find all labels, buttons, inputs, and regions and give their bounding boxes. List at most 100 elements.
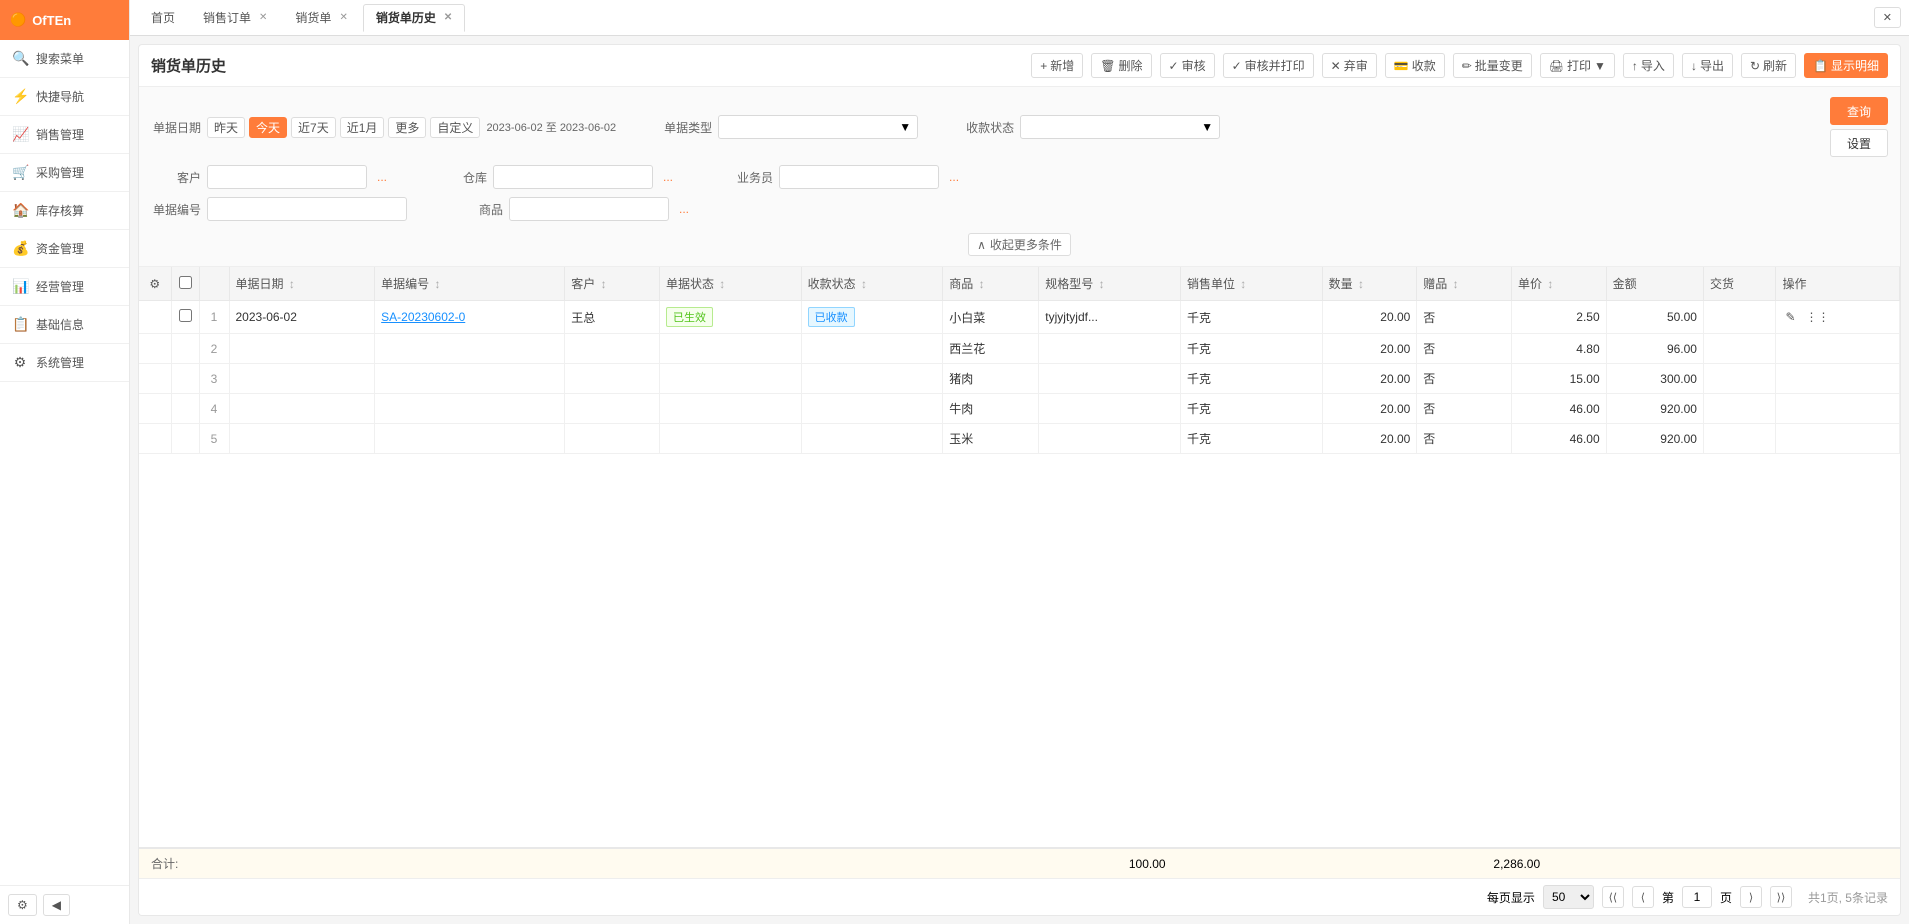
row-spec (1039, 424, 1181, 454)
search-icon: 🔍 (12, 50, 28, 67)
approve-print-button[interactable]: ✓ 审核并打印 (1223, 53, 1314, 78)
date-shortcuts: 昨天 今天 近7天 近1月 更多 自定义 (207, 117, 480, 138)
row-check[interactable] (171, 424, 199, 454)
sidebar-item-search-menu[interactable]: 🔍 搜索菜单 (0, 40, 129, 78)
close-all-btn[interactable]: ✕ (1874, 7, 1901, 28)
sidebar-item-system[interactable]: ⚙ 系统管理 (0, 344, 129, 382)
row-check[interactable] (171, 301, 199, 334)
col-spec[interactable]: 规格型号 ↕ (1039, 267, 1181, 301)
goods-input[interactable] (509, 197, 669, 221)
col-unit[interactable]: 销售单位 ↕ (1180, 267, 1322, 301)
edit-icon[interactable]: ✎ (1782, 309, 1798, 325)
warehouse-ellipsis[interactable]: ... (659, 170, 677, 184)
col-customer[interactable]: 客户 ↕ (565, 267, 660, 301)
tab-close-icon[interactable]: ✕ (339, 12, 347, 23)
sidebar-item-inventory[interactable]: 🏠 库存核算 (0, 192, 129, 230)
tab-sales-goods[interactable]: 销货单 ✕ (282, 4, 360, 32)
payment-status-label: 收款状态 (964, 119, 1014, 136)
sidebar-item-quick-nav[interactable]: ⚡ 快捷导航 (0, 78, 129, 116)
row-amount: 96.00 (1606, 334, 1703, 364)
tab-home[interactable]: 首页 (138, 4, 188, 32)
collapse-filter-button[interactable]: ∧ 收起更多条件 (968, 233, 1071, 256)
col-payment-status[interactable]: 收款状态 ↕ (801, 267, 943, 301)
customer-input[interactable] (207, 165, 367, 189)
row-num: 1 (199, 301, 229, 334)
row-docno[interactable]: SA-20230602-0 (375, 301, 565, 334)
last-page-btn[interactable]: ⟩⟩ (1770, 886, 1792, 908)
col-qty[interactable]: 数量 ↕ (1322, 267, 1417, 301)
row-check[interactable] (171, 334, 199, 364)
col-check[interactable] (171, 267, 199, 301)
add-button[interactable]: + 新增 (1031, 53, 1083, 78)
sidebar-settings-btn[interactable]: ⚙ (8, 894, 37, 916)
batch-change-button[interactable]: ✏ 批量变更 (1453, 53, 1532, 78)
col-settings[interactable]: ⚙ (139, 267, 171, 301)
refresh-icon: ↻ (1750, 59, 1760, 73)
warehouse-input[interactable] (493, 165, 653, 189)
row-date (229, 394, 375, 424)
salesperson-ellipsis[interactable]: ... (945, 170, 963, 184)
more-icon[interactable]: ⋮⋮ (1803, 309, 1833, 325)
chevron-down-icon: ▼ (1201, 120, 1213, 134)
docno-input[interactable] (207, 197, 407, 221)
refresh-button[interactable]: ↻ 刷新 (1741, 53, 1796, 78)
sidebar-item-finance[interactable]: 💰 资金管理 (0, 230, 129, 268)
col-price[interactable]: 单价 ↕ (1511, 267, 1606, 301)
filter-row-2: 客户 ... 仓库 ... 业务员 ... (151, 165, 1888, 189)
date-btn-1month[interactable]: 近1月 (340, 117, 385, 138)
col-goods[interactable]: 商品 ↕ (943, 267, 1039, 301)
sidebar-item-basic-info[interactable]: 📋 基础信息 (0, 306, 129, 344)
row-qty: 20.00 (1322, 334, 1417, 364)
date-btn-7days[interactable]: 近7天 (291, 117, 336, 138)
salesperson-input[interactable] (779, 165, 939, 189)
sidebar-item-purchase[interactable]: 🛒 采购管理 (0, 154, 129, 192)
show-detail-button[interactable]: 📋 显示明细 (1804, 53, 1888, 78)
sidebar-item-operation[interactable]: 📊 经营管理 (0, 268, 129, 306)
col-docno[interactable]: 单据编号 ↕ (375, 267, 565, 301)
tab-sales-order[interactable]: 销售订单 ✕ (190, 4, 280, 32)
next-page-btn[interactable]: ⟩ (1740, 886, 1762, 908)
tab-sales-history[interactable]: 销货单历史 ✕ (363, 4, 465, 32)
import-button[interactable]: ↑ 导入 (1623, 53, 1674, 78)
row-check[interactable] (171, 394, 199, 424)
print-label: 打印 (1567, 57, 1591, 74)
date-btn-custom[interactable]: 自定义 (430, 117, 480, 138)
first-page-btn[interactable]: ⟨⟨ (1602, 886, 1624, 908)
sidebar-item-sales[interactable]: 📈 销售管理 (0, 116, 129, 154)
col-date[interactable]: 单据日期 ↕ (229, 267, 375, 301)
revoke-button[interactable]: ✕ 弃审 (1322, 53, 1377, 78)
prev-page-btn[interactable]: ⟨ (1632, 886, 1654, 908)
doc-type-select[interactable]: ▼ (718, 115, 918, 139)
row-check[interactable] (171, 364, 199, 394)
col-gift[interactable]: 赠品 ↕ (1417, 267, 1512, 301)
sidebar-bottom: ⚙ ◀ (0, 885, 129, 924)
select-all-checkbox[interactable] (179, 276, 192, 289)
approve-button[interactable]: ✓ 审核 (1160, 53, 1215, 78)
row-num: 3 (199, 364, 229, 394)
date-btn-today[interactable]: 今天 (249, 117, 287, 138)
tabbar: 首页 销售订单 ✕ 销货单 ✕ 销货单历史 ✕ ✕ (130, 0, 1909, 36)
delete-button[interactable]: 🗑 删除 (1091, 53, 1151, 78)
sidebar-collapse-btn[interactable]: ◀ (43, 894, 70, 916)
page-size-select[interactable]: 50 100 200 (1543, 885, 1594, 909)
row-action: ✎ ⋮⋮ (1776, 301, 1900, 334)
sidebar-item-label: 销售管理 (36, 126, 84, 143)
export-button[interactable]: ↓ 导出 (1682, 53, 1733, 78)
print-button[interactable]: 🖨 打印 ▼ (1540, 53, 1615, 78)
row-spec: tyjyjtyjdf... (1039, 301, 1181, 334)
lightning-icon: ⚡ (12, 88, 28, 105)
payment-status-select[interactable]: ▼ (1020, 115, 1220, 139)
payment-button[interactable]: 💳 收款 (1385, 53, 1445, 78)
customer-ellipsis[interactable]: ... (373, 170, 391, 184)
col-doc-status[interactable]: 单据状态 ↕ (659, 267, 801, 301)
query-button[interactable]: 查询 (1830, 97, 1888, 125)
page-header: 销货单历史 + 新增 🗑 删除 ✓ 审核 ✓ 审核并打印 (139, 45, 1900, 87)
goods-ellipsis[interactable]: ... (675, 202, 693, 216)
date-btn-yesterday[interactable]: 昨天 (207, 117, 245, 138)
tab-close-icon[interactable]: ✕ (444, 12, 452, 23)
row-action (1776, 364, 1900, 394)
filter-settings-button[interactable]: 设置 (1830, 129, 1888, 157)
tab-close-icon[interactable]: ✕ (259, 12, 267, 23)
date-btn-more[interactable]: 更多 (388, 117, 426, 138)
page-number-input[interactable] (1682, 886, 1712, 908)
